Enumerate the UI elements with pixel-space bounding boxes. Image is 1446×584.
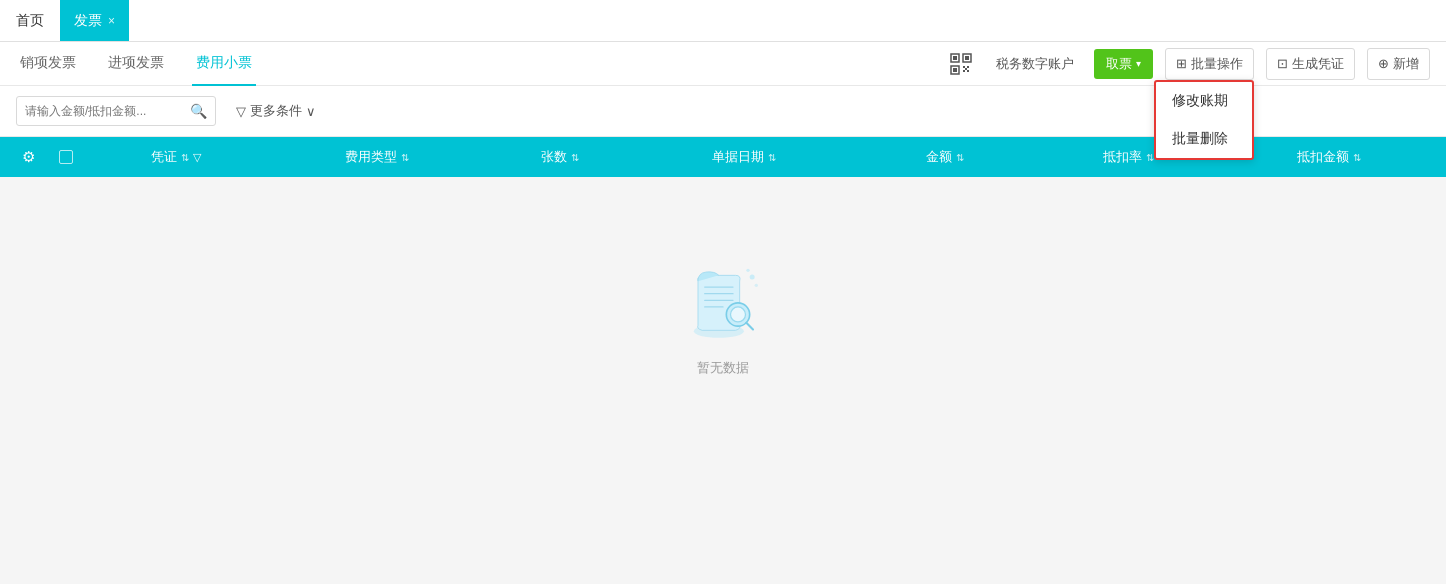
tab-purchase-invoice[interactable]: 进项发票 (104, 42, 168, 86)
th-deduct-rate-label: 抵扣率 (1103, 148, 1142, 166)
th-check (48, 150, 84, 164)
generate-icon: ⊡ (1277, 56, 1288, 71)
get-ticket-arrow: ▾ (1136, 58, 1141, 69)
filter-label: 更多条件 (250, 102, 302, 120)
svg-rect-8 (963, 70, 965, 72)
invoice-tab-label: 发票 (74, 12, 102, 30)
batch-dropdown-menu: 修改账期 批量删除 (1154, 80, 1254, 160)
th-expense-type[interactable]: 费用类型 ⇅ (268, 148, 485, 166)
top-nav: 首页 发票 × (0, 0, 1446, 42)
filter-button[interactable]: ▽ 更多条件 ∨ (228, 98, 324, 124)
svg-rect-10 (965, 68, 967, 70)
sub-nav: 销项发票 进项发票 费用小票 税务数字账户 取票 ▾ (0, 42, 1446, 86)
th-count-label: 张数 (541, 148, 567, 166)
empty-illustration (673, 257, 773, 347)
svg-rect-9 (967, 70, 969, 72)
dropdown-item-change-period[interactable]: 修改账期 (1156, 82, 1252, 120)
batch-ops-wrap: ⊞ 批量操作 修改账期 批量删除 (1165, 48, 1254, 80)
generate-voucher-label: 生成凭证 (1292, 55, 1344, 73)
tax-account-button[interactable]: 税务数字账户 (988, 55, 1082, 73)
svg-point-21 (746, 269, 749, 272)
generate-voucher-button[interactable]: ⊡ 生成凭证 (1266, 48, 1355, 80)
svg-rect-1 (953, 56, 957, 60)
th-voucher-sort[interactable]: ⇅ (181, 152, 189, 163)
voucher-filter-icon[interactable]: ▽ (193, 151, 201, 164)
svg-point-20 (755, 284, 758, 287)
svg-rect-5 (953, 68, 957, 72)
add-label: 新增 (1393, 55, 1419, 73)
th-settings: ⚙ (8, 148, 48, 166)
select-all-checkbox[interactable] (59, 150, 73, 164)
svg-rect-3 (965, 56, 969, 60)
th-expense-type-sort[interactable]: ⇅ (401, 152, 409, 163)
svg-point-17 (731, 307, 746, 322)
settings-gear-icon[interactable]: ⚙ (22, 148, 35, 166)
empty-state: 暂无数据 (0, 177, 1446, 437)
get-ticket-button[interactable]: 取票 ▾ (1094, 49, 1153, 79)
add-icon: ⊕ (1378, 56, 1389, 71)
search-icon[interactable]: 🔍 (190, 103, 207, 119)
invoice-tab-close[interactable]: × (108, 14, 115, 28)
search-input[interactable] (25, 104, 190, 118)
tab-sales-invoice[interactable]: 销项发票 (16, 42, 80, 86)
search-wrap[interactable]: 🔍 (16, 96, 216, 126)
svg-line-18 (746, 323, 753, 330)
sub-nav-left: 销项发票 进项发票 费用小票 (16, 42, 256, 86)
sub-nav-right: 税务数字账户 取票 ▾ ⊞ 批量操作 修改账期 批量删除 ⊡ 生成凭证 ⊕ 新增 (946, 48, 1430, 80)
get-ticket-label: 取票 (1106, 55, 1132, 73)
th-amount[interactable]: 金额 ⇅ (853, 148, 1037, 166)
th-amount-sort[interactable]: ⇅ (956, 152, 964, 163)
th-date-sort[interactable]: ⇅ (768, 152, 776, 163)
batch-ops-label: 批量操作 (1191, 55, 1243, 73)
invoice-tab[interactable]: 发票 × (60, 0, 129, 41)
home-tab[interactable]: 首页 (0, 0, 60, 41)
th-voucher-label: 凭证 (151, 148, 177, 166)
dropdown-item-batch-delete[interactable]: 批量删除 (1156, 120, 1252, 158)
svg-rect-7 (967, 66, 969, 68)
batch-icon: ⊞ (1176, 56, 1187, 71)
th-date[interactable]: 单据日期 ⇅ (636, 148, 853, 166)
qr-icon (950, 53, 972, 75)
batch-ops-button[interactable]: ⊞ 批量操作 (1165, 48, 1254, 80)
filter-icon: ▽ (236, 104, 246, 119)
th-expense-type-label: 费用类型 (345, 148, 397, 166)
filter-arrow: ∨ (306, 104, 316, 119)
tab-expense-receipt[interactable]: 费用小票 (192, 42, 256, 86)
svg-rect-6 (963, 66, 965, 68)
th-count-sort[interactable]: ⇅ (571, 152, 579, 163)
svg-point-19 (750, 275, 755, 280)
th-deduct-amount-sort[interactable]: ⇅ (1353, 152, 1361, 163)
th-deduct-rate-sort[interactable]: ⇅ (1146, 152, 1154, 163)
th-count[interactable]: 张数 ⇅ (485, 148, 635, 166)
th-date-label: 单据日期 (712, 148, 764, 166)
th-voucher[interactable]: 凭证 ⇅ ▽ (84, 148, 268, 166)
qr-button[interactable] (946, 49, 976, 79)
empty-text: 暂无数据 (697, 359, 749, 377)
th-deduct-amount-label: 抵扣金额 (1297, 148, 1349, 166)
add-button[interactable]: ⊕ 新增 (1367, 48, 1430, 80)
th-amount-label: 金额 (926, 148, 952, 166)
